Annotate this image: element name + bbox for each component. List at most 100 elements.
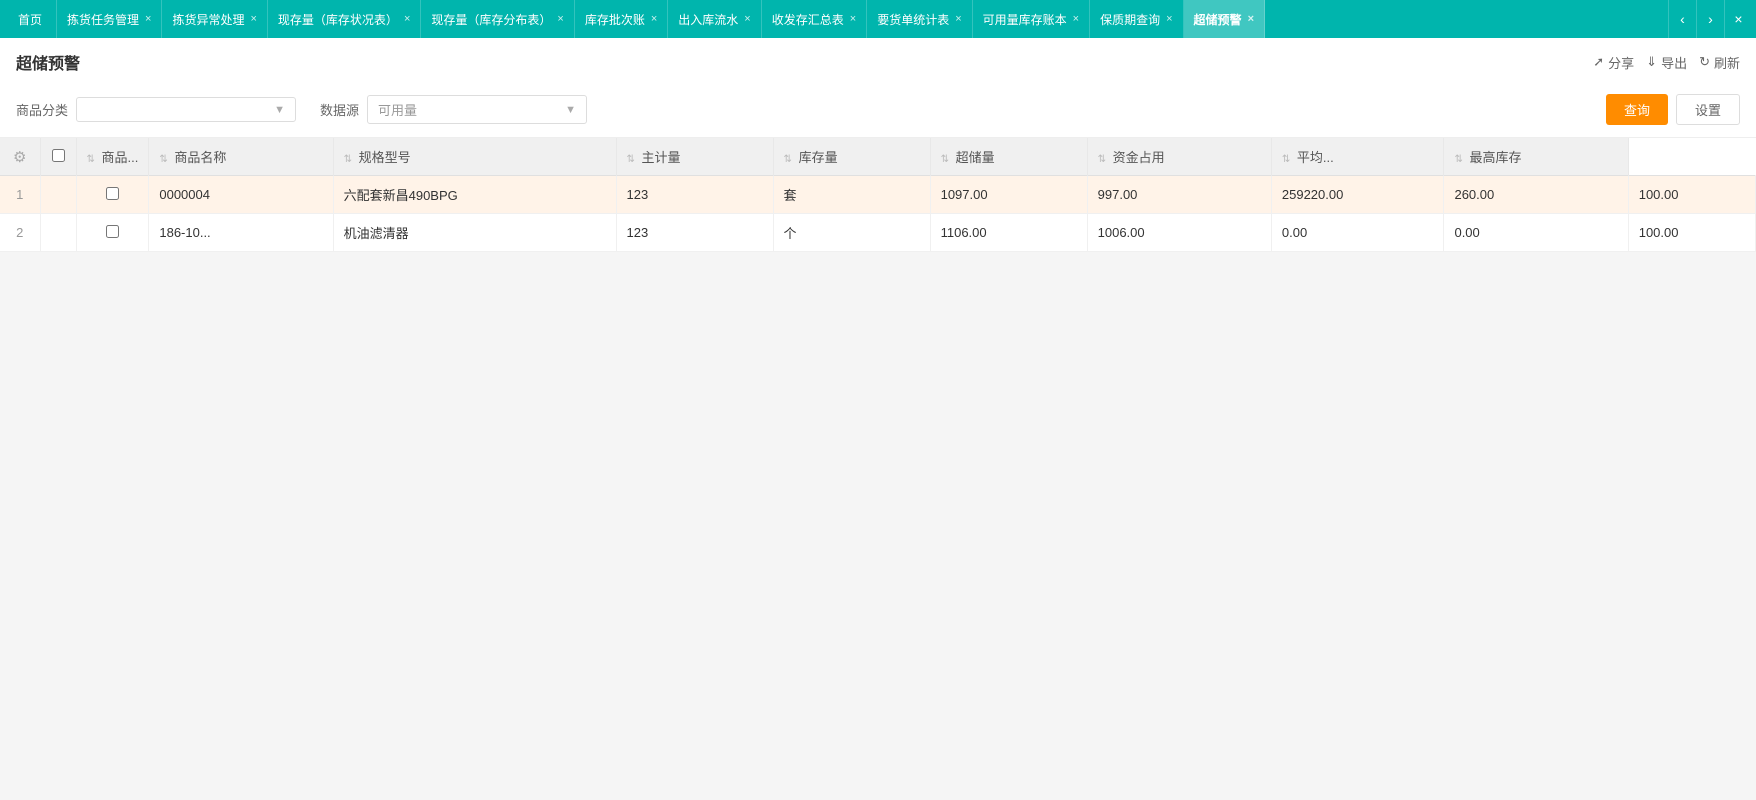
row-product-name: 六配套新昌490BPG bbox=[333, 176, 616, 214]
sort-icon-product-code: ⇅ bbox=[87, 154, 95, 165]
nav-arrows: ‹ › × bbox=[1668, 0, 1752, 38]
select-all-checkbox[interactable] bbox=[52, 149, 65, 162]
col-header-product-name[interactable]: ⇅ 商品名称 bbox=[149, 138, 333, 176]
share-icon: ➚ bbox=[1593, 54, 1604, 70]
close-tab-5-icon[interactable]: × bbox=[651, 13, 657, 25]
sort-icon-stock: ⇅ bbox=[784, 154, 792, 165]
nav-tab-2[interactable]: 拣货异常处理 × bbox=[162, 0, 267, 38]
nav-next-button[interactable]: › bbox=[1696, 0, 1724, 38]
col-header-capital[interactable]: ⇅ 资金占用 bbox=[1087, 138, 1271, 176]
nav-tab-4[interactable]: 现存量（库存分布表） × bbox=[421, 0, 574, 38]
row-stock: 1097.00 bbox=[930, 176, 1087, 214]
row-max-stock: 100.00 bbox=[1628, 214, 1755, 252]
product-category-select[interactable]: ▼ bbox=[76, 97, 296, 122]
row-unit: 套 bbox=[773, 176, 930, 214]
data-source-arrow-icon: ▼ bbox=[565, 104, 576, 116]
page-title: 超储预警 bbox=[16, 50, 80, 74]
row-product-code: 186-10... bbox=[149, 214, 333, 252]
nav-tab-8[interactable]: 要货单统计表 × bbox=[867, 0, 972, 38]
refresh-icon: ↻ bbox=[1699, 54, 1710, 70]
table-container: ⚙ ⇅ 商品... ⇅ 商品名称 ⇅ 规格型号 ⇅ bbox=[0, 138, 1756, 252]
row-checkbox-0[interactable] bbox=[106, 187, 119, 200]
close-tab-8-icon[interactable]: × bbox=[955, 13, 961, 25]
row-index: 1 bbox=[0, 176, 40, 214]
row-capital: 259220.00 bbox=[1271, 176, 1444, 214]
row-product-name: 机油滤清器 bbox=[333, 214, 616, 252]
sort-icon-unit: ⇅ bbox=[627, 154, 635, 165]
col-header-spec[interactable]: ⇅ 规格型号 bbox=[333, 138, 616, 176]
filter-area: 商品分类 ▼ 数据源 可用量 ▼ 查询 设置 bbox=[0, 82, 1756, 138]
nav-tab-3[interactable]: 现存量（库存状况表） × bbox=[268, 0, 421, 38]
close-tab-11-icon[interactable]: × bbox=[1248, 13, 1254, 25]
close-tab-3-icon[interactable]: × bbox=[404, 13, 410, 25]
export-icon: ⇓ bbox=[1646, 54, 1657, 70]
sort-icon-product-name: ⇅ bbox=[159, 154, 167, 165]
row-stock: 1106.00 bbox=[930, 214, 1087, 252]
row-checkbox-1[interactable] bbox=[106, 225, 119, 238]
export-button[interactable]: ⇓ 导出 bbox=[1646, 53, 1687, 72]
close-tab-1-icon[interactable]: × bbox=[145, 13, 151, 25]
settings-button[interactable]: 设置 bbox=[1676, 94, 1740, 125]
table-row: 1 0000004 六配套新昌490BPG 123 套 1097.00 997.… bbox=[0, 176, 1756, 214]
close-tab-4-icon[interactable]: × bbox=[557, 13, 563, 25]
col-header-product-code[interactable]: ⇅ 商品... bbox=[76, 138, 149, 176]
row-check-cell bbox=[76, 214, 149, 252]
row-product-code: 0000004 bbox=[149, 176, 333, 214]
top-nav: 首页 拣货任务管理 × 拣货异常处理 × 现存量（库存状况表） × 现存量（库存… bbox=[0, 0, 1756, 38]
col-header-check bbox=[40, 138, 76, 176]
sort-icon-overflow: ⇅ bbox=[941, 154, 949, 165]
row-overflow: 997.00 bbox=[1087, 176, 1271, 214]
settings-gear-icon[interactable]: ⚙ bbox=[13, 149, 26, 166]
nav-close-button[interactable]: × bbox=[1724, 0, 1752, 38]
close-tab-9-icon[interactable]: × bbox=[1073, 13, 1079, 25]
col-header-settings: ⚙ bbox=[0, 138, 40, 176]
nav-tab-1[interactable]: 拣货任务管理 × bbox=[57, 0, 162, 38]
share-button[interactable]: ➚ 分享 bbox=[1593, 53, 1634, 72]
row-max-stock: 100.00 bbox=[1628, 176, 1755, 214]
nav-tab-7[interactable]: 收发存汇总表 × bbox=[762, 0, 867, 38]
row-overflow: 1006.00 bbox=[1087, 214, 1271, 252]
row-settings-cell bbox=[40, 176, 76, 214]
nav-tab-6[interactable]: 出入库流水 × bbox=[668, 0, 761, 38]
product-category-label: 商品分类 bbox=[16, 100, 68, 119]
col-header-overflow[interactable]: ⇅ 超储量 bbox=[930, 138, 1087, 176]
nav-tab-10[interactable]: 保质期查询 × bbox=[1090, 0, 1183, 38]
query-button[interactable]: 查询 bbox=[1606, 94, 1668, 125]
row-index: 2 bbox=[0, 214, 40, 252]
col-header-avg[interactable]: ⇅ 平均... bbox=[1271, 138, 1444, 176]
table-header-row: ⚙ ⇅ 商品... ⇅ 商品名称 ⇅ 规格型号 ⇅ bbox=[0, 138, 1756, 176]
nav-tab-9[interactable]: 可用量库存账本 × bbox=[973, 0, 1090, 38]
close-tab-7-icon[interactable]: × bbox=[850, 13, 856, 25]
header-actions: ➚ 分享 ⇓ 导出 ↻ 刷新 bbox=[1593, 53, 1740, 72]
table-row: 2 186-10... 机油滤清器 123 个 1106.00 1006.00 … bbox=[0, 214, 1756, 252]
sort-icon-spec: ⇅ bbox=[344, 154, 352, 165]
nav-tab-11[interactable]: 超储预警 × bbox=[1184, 0, 1265, 38]
row-check-cell bbox=[76, 176, 149, 214]
close-tab-10-icon[interactable]: × bbox=[1166, 13, 1172, 25]
close-tab-6-icon[interactable]: × bbox=[744, 13, 750, 25]
data-source-select[interactable]: 可用量 ▼ bbox=[367, 95, 587, 124]
filter-actions: 查询 设置 bbox=[1606, 94, 1740, 125]
product-category-value bbox=[87, 102, 91, 117]
row-spec: 123 bbox=[616, 176, 773, 214]
nav-tab-5[interactable]: 库存批次账 × bbox=[575, 0, 668, 38]
row-unit: 个 bbox=[773, 214, 930, 252]
product-category-arrow-icon: ▼ bbox=[274, 104, 285, 116]
row-settings-cell bbox=[40, 214, 76, 252]
col-header-stock[interactable]: ⇅ 库存量 bbox=[773, 138, 930, 176]
sort-icon-capital: ⇅ bbox=[1098, 154, 1106, 165]
page-header: 超储预警 ➚ 分享 ⇓ 导出 ↻ 刷新 bbox=[0, 38, 1756, 82]
refresh-button[interactable]: ↻ 刷新 bbox=[1699, 53, 1740, 72]
col-header-unit[interactable]: ⇅ 主计量 bbox=[616, 138, 773, 176]
data-table: ⚙ ⇅ 商品... ⇅ 商品名称 ⇅ 规格型号 ⇅ bbox=[0, 138, 1756, 252]
data-source-filter: 数据源 可用量 ▼ bbox=[320, 95, 587, 124]
sort-icon-max-stock: ⇅ bbox=[1454, 154, 1462, 165]
data-source-label: 数据源 bbox=[320, 100, 359, 119]
sort-icon-avg: ⇅ bbox=[1282, 154, 1290, 165]
nav-prev-button[interactable]: ‹ bbox=[1668, 0, 1696, 38]
close-tab-2-icon[interactable]: × bbox=[250, 13, 256, 25]
col-header-max-stock[interactable]: ⇅ 最高库存 bbox=[1444, 138, 1628, 176]
row-avg: 260.00 bbox=[1444, 176, 1628, 214]
nav-tab-home[interactable]: 首页 bbox=[4, 0, 57, 38]
row-avg: 0.00 bbox=[1444, 214, 1628, 252]
